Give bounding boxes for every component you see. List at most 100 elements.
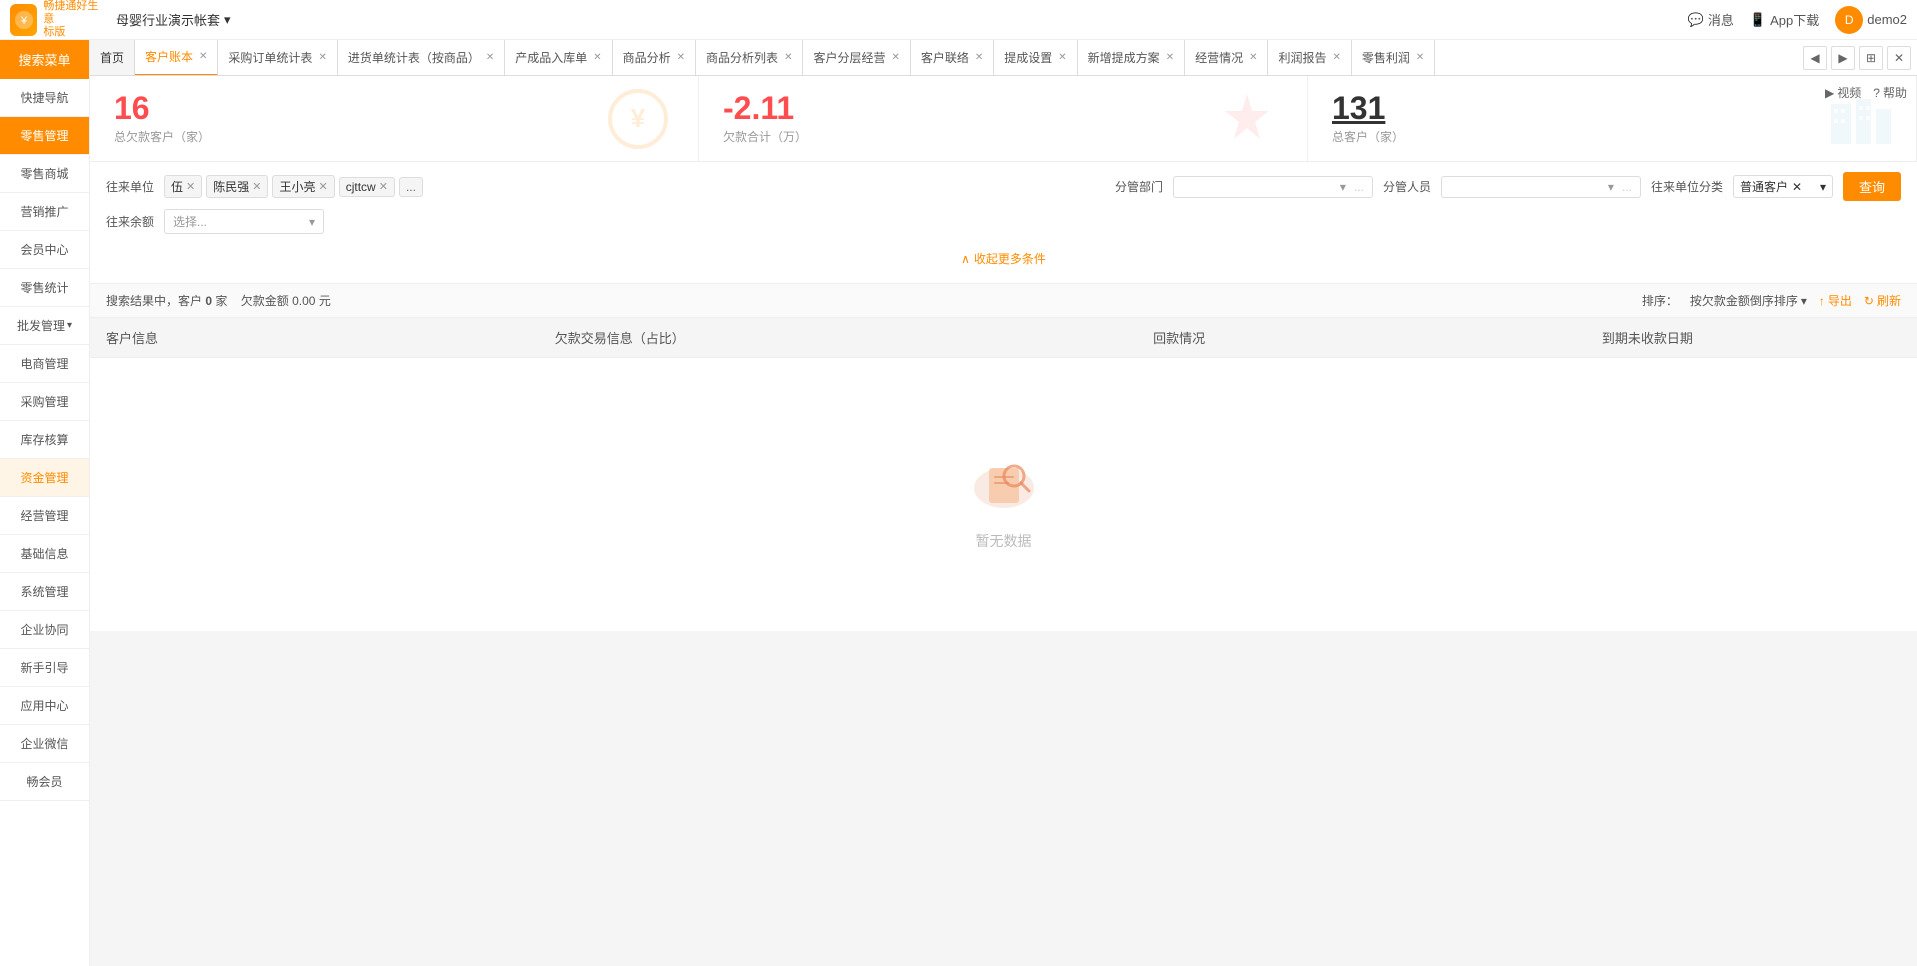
tab-product-analysis-list[interactable]: 商品分析列表 ✕ (696, 40, 803, 76)
tab-close-all-btn[interactable]: ✕ (1887, 46, 1911, 70)
tab-product-analysis[interactable]: 商品分析 ✕ (613, 40, 696, 76)
sort-button[interactable]: 按欠款金额倒序排序 ▾ (1690, 292, 1807, 309)
remove-tag-wang[interactable]: ✕ (319, 180, 328, 193)
sidebar-item-marketing[interactable]: 营销推广 (0, 193, 89, 231)
tab-close-customer-connect[interactable]: ✕ (975, 52, 983, 63)
tab-customer-book[interactable]: 客户账本 ✕ (135, 40, 218, 76)
unit-tag-cjttcw[interactable]: cjttcw ✕ (339, 177, 395, 197)
chevron-down-icon: ▾ (1340, 180, 1346, 194)
person-filter-select[interactable]: ▾ ... (1441, 176, 1641, 198)
sidebar: 搜索菜单 快捷导航 零售管理 零售商城 营销推广 会员中心 零售统计 批发管理 … (0, 40, 90, 966)
tab-close-product-analysis-list[interactable]: ✕ (784, 52, 792, 63)
dept-more-icon: ... (1354, 180, 1364, 194)
tab-retail-profit[interactable]: 零售利润 ✕ (1352, 40, 1435, 76)
user-profile[interactable]: D demo2 (1835, 6, 1907, 34)
unit-tag-wu[interactable]: 伍 ✕ (164, 175, 202, 198)
export-button[interactable]: ↑ 导出 (1819, 292, 1852, 309)
category-filter-input[interactable]: 普通客户 ✕ ▾ (1733, 175, 1833, 198)
tab-close-customer-book[interactable]: ✕ (199, 51, 207, 62)
person-more-icon: ... (1622, 180, 1632, 194)
sidebar-item-ecommerce[interactable]: 电商管理 (0, 345, 89, 383)
unit-tag-chen[interactable]: 陈民强 ✕ (206, 175, 268, 198)
tab-home[interactable]: 首页 (90, 40, 135, 76)
chevron-down-icon: ▾ (67, 320, 72, 331)
tab-expand-btn[interactable]: ⊞ (1859, 46, 1883, 70)
tab-close-purchase-order-stats[interactable]: ✕ (318, 52, 326, 63)
refresh-button[interactable]: ↻ 刷新 (1864, 292, 1901, 309)
sidebar-item-inventory[interactable]: 库存核算 (0, 421, 89, 459)
logo-area: ¥ 畅捷通好生意 标版 (10, 0, 100, 39)
tab-cost-receipt[interactable]: 产成品入库单 ✕ (505, 40, 612, 76)
tab-customer-connect[interactable]: 客户联络 ✕ (911, 40, 994, 76)
stats-bar: ¥ 16 总欠款客户（家） -2.11 欠款合计（万） (90, 76, 1917, 162)
stat-label-debtors: 总欠款客户（家） (114, 128, 210, 145)
refresh-icon: ↻ (1864, 294, 1874, 308)
app-download-btn[interactable]: 📱 App下载 (1750, 10, 1819, 29)
sidebar-item-wholesale-mgmt[interactable]: 批发管理 ▾ (0, 307, 89, 345)
tab-close-customer-tier-ops[interactable]: ✕ (891, 52, 899, 63)
results-bar-left: 搜索结果中，客户 0 家 欠款金额 0.00 元 (106, 292, 331, 309)
sidebar-item-finance[interactable]: 资金管理 (0, 459, 89, 497)
chevron-down-icon: ▾ (1801, 294, 1807, 308)
sidebar-item-app-center[interactable]: 应用中心 (0, 687, 89, 725)
collapse-button[interactable]: ∧ 收起更多条件 (953, 246, 1054, 271)
export-icon: ↑ (1819, 294, 1825, 308)
tab-bar: 首页 客户账本 ✕ 采购订单统计表 ✕ 进货单统计表（按商品） ✕ 产成品入库单… (90, 40, 1917, 76)
table-header: 客户信息 欠款交易信息（占比） 回款情况 到期未收款日期 (90, 318, 1917, 358)
tab-customer-tier-ops[interactable]: 客户分层经营 ✕ (803, 40, 910, 76)
sidebar-item-ops-mgmt[interactable]: 经营管理 (0, 497, 89, 535)
tab-close-profit-report[interactable]: ✕ (1333, 52, 1341, 63)
sidebar-item-enterprise-coop[interactable]: 企业协同 (0, 611, 89, 649)
help-btn[interactable]: ? 帮助 (1873, 84, 1907, 101)
tab-new-mention-plan[interactable]: 新增提成方案 ✕ (1078, 40, 1185, 76)
tab-close-purchase-stats-by-product[interactable]: ✕ (486, 52, 494, 63)
sidebar-item-vip-member[interactable]: 畅会员 (0, 763, 89, 801)
tab-close-ops-situation[interactable]: ✕ (1249, 52, 1257, 63)
sidebar-item-retail-mgmt[interactable]: 零售管理 (0, 117, 89, 155)
tab-close-product-analysis[interactable]: ✕ (677, 52, 685, 63)
sidebar-item-sys-mgmt[interactable]: 系统管理 (0, 573, 89, 611)
account-dropdown[interactable]: 母婴行业演示帐套 ▾ (108, 6, 239, 33)
tab-purchase-stats-by-product[interactable]: 进货单统计表（按商品） ✕ (338, 40, 505, 76)
remove-tag-wu[interactable]: ✕ (186, 180, 195, 193)
tab-close-mention-settings[interactable]: ✕ (1058, 52, 1066, 63)
sidebar-item-retail-stats[interactable]: 零售统计 (0, 269, 89, 307)
tab-close-new-mention-plan[interactable]: ✕ (1166, 52, 1174, 63)
tab-prev-btn[interactable]: ◀ (1803, 46, 1827, 70)
balance-filter-label: 往来余额 (106, 213, 154, 230)
stat-number-customers[interactable]: 131 (1332, 92, 1385, 124)
sidebar-item-new-guide[interactable]: 新手引导 (0, 649, 89, 687)
category-filter-label: 往来单位分类 (1651, 178, 1723, 195)
sidebar-search[interactable]: 搜索菜单 (0, 40, 89, 79)
remove-tag-cjttcw[interactable]: ✕ (379, 180, 388, 193)
video-btn[interactable]: ▶ 视频 (1825, 84, 1861, 101)
sidebar-item-basic-info[interactable]: 基础信息 (0, 535, 89, 573)
svg-text:¥: ¥ (631, 103, 646, 133)
tab-next-btn[interactable]: ▶ (1831, 46, 1855, 70)
dept-filter-select[interactable]: ▾ ... (1173, 176, 1373, 198)
col-header-debt: 欠款交易信息（占比） (555, 328, 1153, 347)
tab-profit-report[interactable]: 利润报告 ✕ (1268, 40, 1351, 76)
top-right-actions: ▶ 视频 ? 帮助 (1825, 84, 1907, 101)
sidebar-item-enterprise-wechat[interactable]: 企业微信 (0, 725, 89, 763)
unit-tag-more[interactable]: ... (399, 177, 423, 197)
main-layout: 搜索菜单 快捷导航 零售管理 零售商城 营销推广 会员中心 零售统计 批发管理 … (0, 40, 1917, 966)
tab-purchase-order-stats[interactable]: 采购订单统计表 ✕ (218, 40, 337, 76)
filter-row-2: 往来余额 选择... ▾ (106, 209, 1901, 234)
messages-btn[interactable]: 💬 消息 (1688, 10, 1734, 29)
remove-category-tag[interactable]: ✕ (1792, 180, 1802, 194)
tab-ops-situation[interactable]: 经营情况 ✕ (1185, 40, 1268, 76)
yuan-icon: ¥ (608, 89, 668, 149)
remove-tag-chen[interactable]: ✕ (252, 180, 261, 193)
tab-close-cost-receipt[interactable]: ✕ (593, 52, 601, 63)
sidebar-item-members[interactable]: 会员中心 (0, 231, 89, 269)
page-content: ¥ 16 总欠款客户（家） -2.11 欠款合计（万） (90, 76, 1917, 966)
sidebar-item-quick-nav[interactable]: 快捷导航 (0, 79, 89, 117)
tab-close-retail-profit[interactable]: ✕ (1416, 52, 1424, 63)
sidebar-item-purchase[interactable]: 采购管理 (0, 383, 89, 421)
sidebar-item-retail-shop[interactable]: 零售商城 (0, 155, 89, 193)
balance-filter-select[interactable]: 选择... ▾ (164, 209, 324, 234)
unit-tag-wang[interactable]: 王小亮 ✕ (272, 175, 334, 198)
query-button[interactable]: 查询 (1843, 172, 1901, 201)
tab-mention-settings[interactable]: 提成设置 ✕ (994, 40, 1077, 76)
